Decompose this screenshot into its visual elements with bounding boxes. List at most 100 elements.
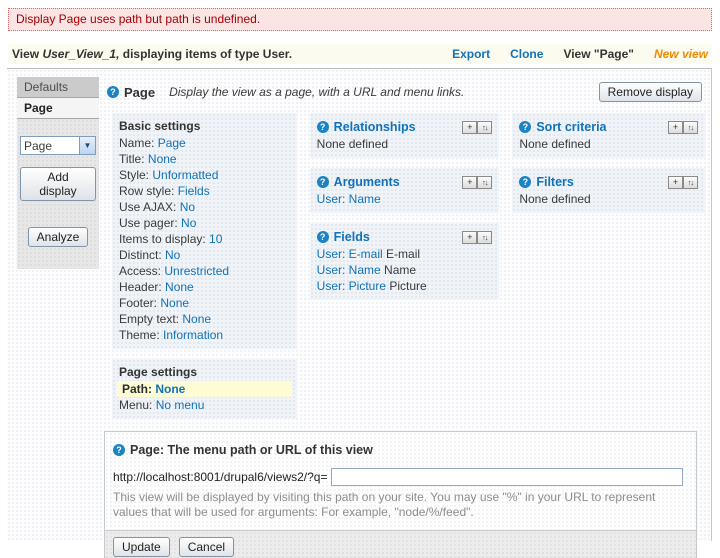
relationships-panel: ? Relationships + ↑↓ None defined [309, 113, 500, 158]
relationships-title-link[interactable]: Relationships [334, 118, 463, 136]
cancel-button[interactable]: Cancel [178, 537, 235, 557]
help-icon[interactable]: ? [113, 444, 125, 456]
setting-row-access: Access: Unrestricted [119, 263, 290, 279]
setting-label: Title: [119, 152, 148, 166]
add-button[interactable]: + [668, 120, 683, 134]
view-title-suffix: displaying items of type User. [119, 47, 293, 61]
rearrange-button[interactable]: ↑↓ [683, 120, 698, 134]
setting-value-link[interactable]: Information [163, 328, 223, 342]
setting-label: Menu: [119, 398, 156, 412]
setting-value-link[interactable]: None [165, 280, 194, 294]
setting-row-distinct: Distinct: No [119, 247, 290, 263]
display-description: Display the view as a page, with a URL a… [169, 85, 465, 99]
field-link[interactable]: User: E-mail [317, 247, 383, 261]
tab-page[interactable]: Page [17, 98, 99, 119]
view-title-prefix: View [12, 47, 43, 61]
relationships-empty: None defined [316, 137, 389, 151]
rearrange-button[interactable]: ↑↓ [683, 175, 698, 189]
sort-criteria-title-link[interactable]: Sort criteria [536, 118, 668, 136]
add-button[interactable]: + [668, 175, 683, 189]
setting-label: Use AJAX: [119, 200, 180, 214]
help-icon[interactable]: ? [316, 231, 329, 243]
setting-label: Style: [119, 168, 153, 182]
setting-label: Use pager: [119, 216, 182, 230]
views-editor: Defaults Page Page ▼ Add display Analyze… [7, 68, 712, 558]
setting-value-link[interactable]: Unformatted [152, 168, 218, 182]
menu-value-link[interactable]: No menu [156, 398, 205, 412]
help-icon[interactable]: ? [519, 176, 532, 188]
argument-item: User: Name [317, 191, 493, 207]
field-item: User: Picture Picture [317, 278, 493, 294]
help-icon[interactable]: ? [316, 121, 329, 133]
path-form-title-text: Page: The menu path or URL of this view [130, 443, 373, 457]
setting-value-link[interactable]: None [148, 152, 177, 166]
new-view-link[interactable]: New view [654, 47, 708, 61]
path-help-text: This view will be displayed by visiting … [113, 490, 656, 519]
add-button[interactable]: + [462, 175, 478, 189]
setting-row-theme: Theme: Information [119, 327, 290, 343]
setting-label: Access: [119, 264, 165, 278]
setting-label: Name: [119, 136, 158, 150]
setting-label: Theme: [119, 328, 164, 342]
rearrange-button[interactable]: ↑↓ [477, 230, 493, 244]
clone-link[interactable]: Clone [510, 47, 543, 61]
setting-value-link[interactable]: Fields [178, 184, 210, 198]
add-button[interactable]: + [462, 230, 478, 244]
setting-label: Items to display: [119, 232, 210, 246]
setting-label: Path: [122, 382, 156, 396]
path-form-title: ? Page: The menu path or URL of this vie… [105, 432, 696, 459]
display-type-value: Page [24, 138, 53, 153]
rearrange-button[interactable]: ↑↓ [477, 120, 493, 134]
arguments-panel: ? Arguments + ↑↓ User: Name [309, 168, 500, 213]
basic-settings-title: Basic settings [119, 119, 201, 133]
setting-label: Footer: [119, 296, 161, 310]
column-basic: Basic settings Name: Page Title: None St… [112, 113, 297, 419]
chevron-down-icon[interactable]: ▼ [79, 137, 95, 154]
fields-title-link[interactable]: Fields [334, 228, 463, 246]
remove-display-button[interactable]: Remove display [598, 82, 702, 102]
rearrange-button[interactable]: ↑↓ [477, 175, 493, 189]
column-right: ? Sort criteria + ↑↓ None defined ? Filt… [512, 113, 705, 213]
setting-value-link[interactable]: Page [158, 136, 186, 150]
setting-value-link[interactable]: No [180, 200, 195, 214]
display-type-select[interactable]: Page ▼ [20, 136, 96, 155]
display-settings: ? Page Display the view as a page, with … [104, 69, 711, 558]
path-value-link[interactable]: None [155, 382, 185, 396]
setting-value-link[interactable]: None [160, 296, 189, 310]
tab-defaults[interactable]: Defaults [17, 77, 99, 98]
setting-row-menu: Menu: No menu [119, 397, 290, 413]
field-link[interactable]: User: Name [317, 263, 381, 277]
setting-row-row-style: Row style: Fields [119, 183, 290, 199]
setting-value-link[interactable]: No [181, 216, 196, 230]
view-name: User_View_1, [42, 47, 120, 61]
path-input[interactable] [331, 468, 684, 486]
help-icon[interactable]: ? [316, 176, 329, 188]
setting-label: Distinct: [119, 248, 166, 262]
help-icon[interactable]: ? [519, 121, 532, 133]
setting-row-empty-text: Empty text: None [119, 311, 290, 327]
setting-value-link[interactable]: No [165, 248, 180, 262]
view-page-link[interactable]: View "Page" [563, 47, 634, 61]
view-title: View User_View_1, displaying items of ty… [12, 47, 292, 61]
add-display-button[interactable]: Add display [20, 167, 96, 201]
setting-value-link[interactable]: 10 [209, 232, 222, 246]
setting-value-link[interactable]: None [182, 312, 211, 326]
url-prefix-label: http://localhost:8001/drupal6/views2/?q= [113, 470, 328, 484]
export-link[interactable]: Export [452, 47, 490, 61]
form-actions: Update Cancel [105, 530, 696, 558]
fields-panel: ? Fields + ↑↓ User: E-mail E-mail User: … [309, 223, 500, 300]
column-middle: ? Relationships + ↑↓ None defined ? Argu… [309, 113, 500, 300]
add-button[interactable]: + [462, 120, 478, 134]
display-title: Page [124, 84, 156, 100]
setting-row-path: Path: None [117, 381, 292, 397]
analyze-button[interactable]: Analyze [27, 227, 89, 247]
filters-title-link[interactable]: Filters [536, 173, 668, 191]
help-icon[interactable]: ? [107, 86, 119, 98]
field-label: E-mail [382, 247, 421, 261]
setting-value-link[interactable]: Unrestricted [164, 264, 229, 278]
update-button[interactable]: Update [113, 537, 170, 557]
argument-link[interactable]: User: Name [317, 192, 381, 206]
setting-row-style: Style: Unformatted [119, 167, 290, 183]
field-link[interactable]: User: Picture [317, 279, 386, 293]
arguments-title-link[interactable]: Arguments [334, 173, 463, 191]
